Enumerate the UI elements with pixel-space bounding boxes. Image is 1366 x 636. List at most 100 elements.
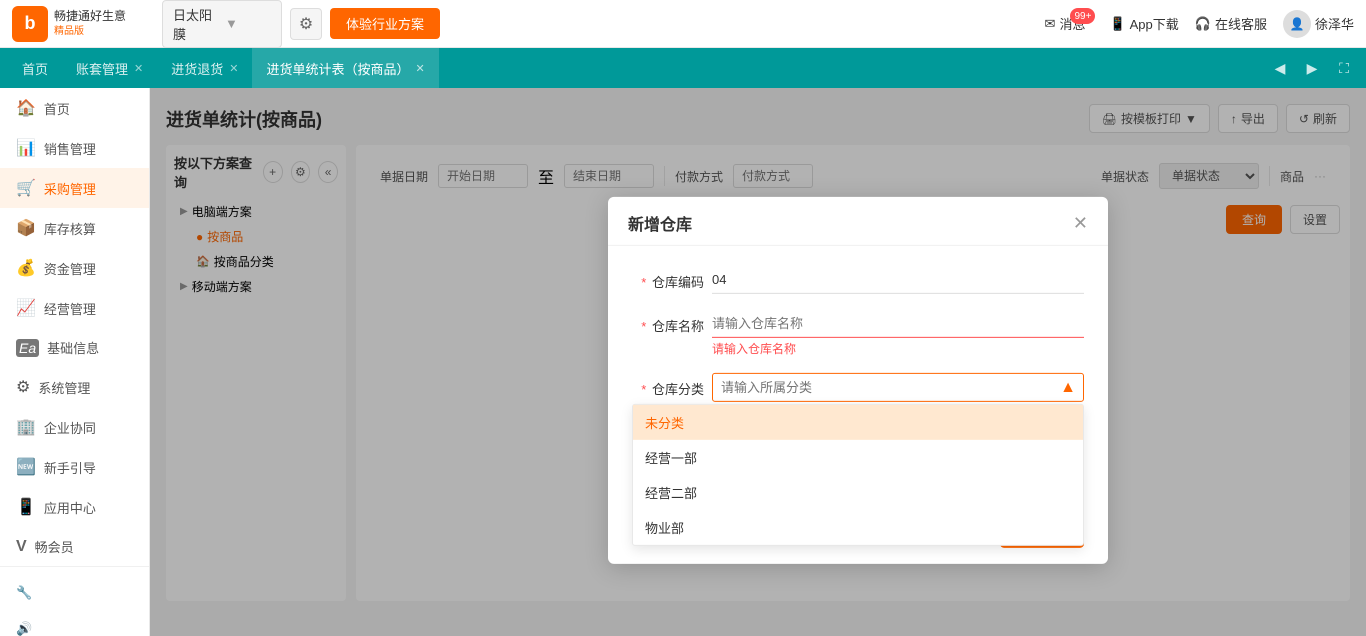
top-header: b 畅捷通好生意 精品版 日太阳膜 ▼ ⚙ 体验行业方案 ✉ 消息 99+ 📱 … bbox=[0, 0, 1366, 48]
sidebar-item-home[interactable]: 🏠 首页 bbox=[0, 88, 149, 128]
logo-sub: 精品版 bbox=[54, 25, 126, 38]
settings-icon-btn[interactable]: ⚙ bbox=[290, 8, 322, 40]
headset-icon: 🎧 bbox=[1195, 16, 1211, 32]
warehouse-code-label: * 仓库编码 bbox=[632, 266, 712, 291]
warehouse-name-error: 请输入仓库名称 bbox=[712, 340, 1084, 357]
nav-right-btn[interactable]: ▶ bbox=[1298, 54, 1326, 82]
sales-icon: 📊 bbox=[16, 138, 36, 158]
sidebar-label-member: 畅会员 bbox=[35, 537, 74, 556]
category-up-icon[interactable]: ▲ bbox=[1060, 378, 1076, 396]
username-label: 徐泽华 bbox=[1315, 14, 1354, 33]
warehouse-category-row: * 仓库分类 ▲ 未分类 经营一部 经营二部 物业部 bbox=[632, 373, 1084, 402]
sidebar-bottom: 🔧 🔊 bbox=[0, 566, 149, 636]
sidebar-item-sales[interactable]: 📊 销售管理 bbox=[0, 128, 149, 168]
message-area[interactable]: ✉ 消息 99+ bbox=[1045, 14, 1086, 33]
warehouse-name-row: * 仓库名称 请输入仓库名称 bbox=[632, 310, 1084, 357]
tab-purchase-return-close[interactable]: ✕ bbox=[229, 62, 238, 75]
tab-purchase-return[interactable]: 进货退货 ✕ bbox=[157, 48, 252, 88]
tab-account-label: 账套管理 bbox=[76, 59, 128, 78]
sidebar-label-purchase: 采购管理 bbox=[44, 179, 96, 198]
system-icon: ⚙ bbox=[16, 377, 30, 397]
sidebar-label-enterprise: 企业协同 bbox=[44, 418, 96, 437]
dialog-body: * 仓库编码 * 仓库名称 请输入仓库名称 bbox=[608, 246, 1108, 502]
nav-left-btn[interactable]: ◀ bbox=[1266, 54, 1294, 82]
sidebar-item-finance[interactable]: 💰 资金管理 bbox=[0, 248, 149, 288]
sidebar-item-operation[interactable]: 📈 经营管理 bbox=[0, 288, 149, 328]
store-name: 日太阳膜 bbox=[173, 5, 219, 43]
category-dropdown: 未分类 经营一部 经营二部 物业部 bbox=[632, 404, 1084, 546]
tab-home[interactable]: 首页 bbox=[8, 48, 62, 88]
new-warehouse-dialog: 新增仓库 ✕ * 仓库编码 * bbox=[608, 197, 1108, 564]
nav-tabs-container: 首页 账套管理 ✕ 进货退货 ✕ 进货单统计表（按商品） ✕ ◀ ▶ ⛶ bbox=[0, 48, 1366, 88]
nav-tabs-right: ◀ ▶ ⛶ bbox=[1266, 54, 1358, 82]
warehouse-name-input[interactable] bbox=[712, 310, 1084, 338]
warehouse-name-label: * 仓库名称 bbox=[632, 310, 712, 335]
online-service-area[interactable]: 🎧 在线客服 bbox=[1195, 14, 1267, 33]
sidebar-settings-btn[interactable]: 🔧 bbox=[0, 575, 149, 611]
sidebar-item-purchase[interactable]: 🛒 采购管理 bbox=[0, 168, 149, 208]
dialog-close-btn[interactable]: ✕ bbox=[1073, 212, 1088, 233]
main-layout: 🏠 首页 📊 销售管理 🛒 采购管理 📦 库存核算 💰 资金管理 📈 经营管理 … bbox=[0, 88, 1366, 636]
apps-icon: 📱 bbox=[16, 497, 36, 517]
sidebar-label-apps: 应用中心 bbox=[44, 498, 96, 517]
sidebar-label-sales: 销售管理 bbox=[44, 139, 96, 158]
inventory-icon: 📦 bbox=[16, 218, 36, 238]
sidebar-audio-btn[interactable]: 🔊 bbox=[0, 611, 149, 636]
header-mid: 日太阳膜 ▼ ⚙ 体验行业方案 bbox=[162, 0, 1045, 48]
tab-purchase-stats-label: 进货单统计表（按商品） bbox=[266, 59, 409, 78]
logo-icon: b bbox=[12, 6, 48, 42]
tab-account-close[interactable]: ✕ bbox=[134, 62, 143, 75]
dropdown-item-dept2[interactable]: 经营二部 bbox=[633, 475, 1083, 510]
dropdown-item-dept1[interactable]: 经营一部 bbox=[633, 440, 1083, 475]
sidebar-item-apps[interactable]: 📱 应用中心 bbox=[0, 487, 149, 527]
app-download-label: App下载 bbox=[1130, 14, 1179, 33]
warehouse-name-field: 请输入仓库名称 bbox=[712, 310, 1084, 357]
sidebar-item-inventory[interactable]: 📦 库存核算 bbox=[0, 208, 149, 248]
required-star-cat: * bbox=[641, 382, 646, 397]
logo-char: b bbox=[25, 13, 36, 34]
warehouse-code-label-text: 仓库编码 bbox=[652, 275, 704, 290]
sidebar-label-basic: 基础信息 bbox=[47, 338, 99, 357]
sidebar-item-newbie[interactable]: 🆕 新手引导 bbox=[0, 447, 149, 487]
required-star-name: * bbox=[641, 319, 646, 334]
dialog-title: 新增仓库 bbox=[628, 211, 692, 235]
user-area[interactable]: 👤 徐泽华 bbox=[1283, 10, 1354, 38]
sidebar-item-enterprise[interactable]: 🏢 企业协同 bbox=[0, 407, 149, 447]
dropdown-item-unclassified[interactable]: 未分类 bbox=[633, 405, 1083, 440]
category-input-wrap: ▲ bbox=[712, 373, 1084, 402]
warehouse-code-field bbox=[712, 266, 1084, 294]
dropdown-item-property[interactable]: 物业部 bbox=[633, 510, 1083, 545]
newbie-icon: 🆕 bbox=[16, 457, 36, 477]
online-service-label: 在线客服 bbox=[1215, 14, 1267, 33]
basic-icon: Ea bbox=[16, 339, 39, 357]
tab-purchase-stats-close[interactable]: ✕ bbox=[416, 62, 425, 75]
sidebar-label-system: 系统管理 bbox=[38, 378, 90, 397]
required-star-code: * bbox=[641, 275, 646, 290]
dialog-header: 新增仓库 ✕ bbox=[608, 197, 1108, 246]
app-download-area[interactable]: 📱 App下载 bbox=[1109, 14, 1178, 33]
sidebar-item-basic[interactable]: Ea 基础信息 bbox=[0, 328, 149, 367]
tab-purchase-stats[interactable]: 进货单统计表（按商品） ✕ bbox=[252, 48, 438, 88]
warehouse-category-field: ▲ 未分类 经营一部 经营二部 物业部 bbox=[712, 373, 1084, 402]
sidebar-label-newbie: 新手引导 bbox=[44, 458, 96, 477]
store-selector[interactable]: 日太阳膜 ▼ bbox=[162, 0, 282, 48]
warehouse-code-input[interactable] bbox=[712, 266, 1084, 294]
purchase-icon: 🛒 bbox=[16, 178, 36, 198]
trial-button[interactable]: 体验行业方案 bbox=[330, 8, 440, 39]
warehouse-code-row: * 仓库编码 bbox=[632, 266, 1084, 294]
logo-text: 畅捷通好生意 精品版 bbox=[54, 9, 126, 38]
member-icon: V bbox=[16, 538, 27, 556]
enterprise-icon: 🏢 bbox=[16, 417, 36, 437]
home-icon: 🏠 bbox=[16, 98, 36, 118]
tab-account[interactable]: 账套管理 ✕ bbox=[62, 48, 157, 88]
sidebar-label-inventory: 库存核算 bbox=[44, 219, 96, 238]
logo-name: 畅捷通好生意 bbox=[54, 9, 126, 25]
warehouse-name-label-text: 仓库名称 bbox=[652, 319, 704, 334]
operation-icon: 📈 bbox=[16, 298, 36, 318]
phone-icon: 📱 bbox=[1109, 16, 1125, 32]
sidebar-item-system[interactable]: ⚙ 系统管理 bbox=[0, 367, 149, 407]
warehouse-category-input[interactable] bbox=[712, 373, 1084, 402]
nav-fullscreen-btn[interactable]: ⛶ bbox=[1330, 54, 1358, 82]
sidebar-item-member[interactable]: V 畅会员 bbox=[0, 527, 149, 566]
message-icon: ✉ bbox=[1045, 16, 1056, 32]
